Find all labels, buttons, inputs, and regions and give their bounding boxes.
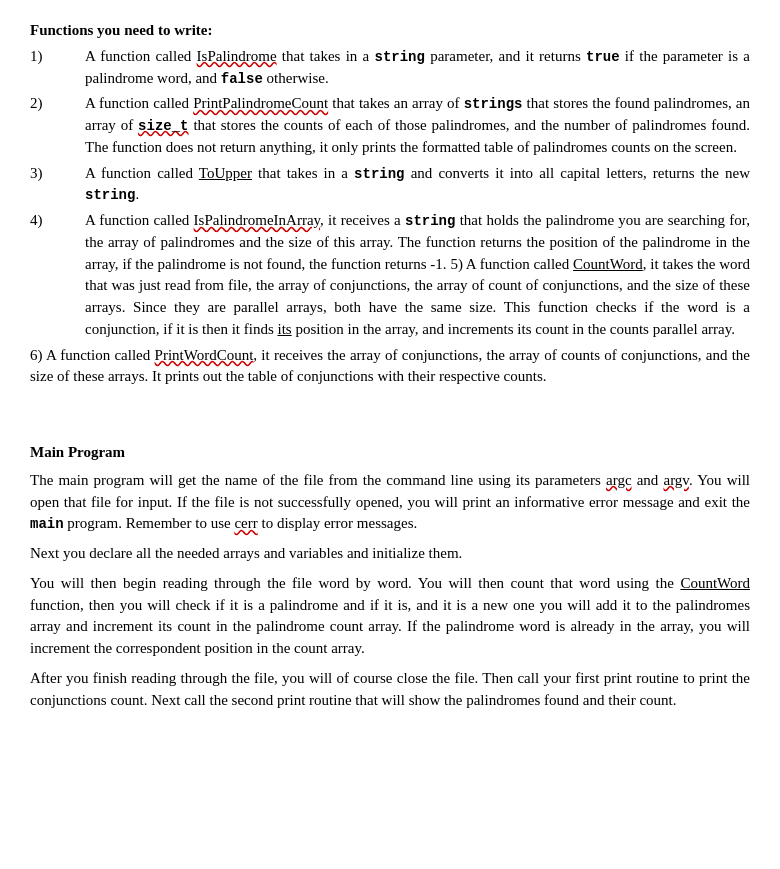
item-num-2: 2) bbox=[30, 93, 85, 158]
item-content-1: A function called IsPalindrome that take… bbox=[85, 46, 750, 90]
main-para-1: The main program will get the name of th… bbox=[30, 470, 750, 535]
main-keyword: main bbox=[30, 516, 64, 532]
item-content-4: A function called IsPalindromeInArray, i… bbox=[85, 210, 750, 341]
strings-type: strings bbox=[464, 96, 523, 112]
argc-param: argc bbox=[606, 472, 632, 488]
main-program-section: Main Program The main program will get t… bbox=[30, 442, 750, 711]
function-item-2: 2) A function called PrintPalindromeCoun… bbox=[30, 93, 750, 158]
cerr-keyword: cerr bbox=[234, 515, 257, 531]
function-item-4: 4) A function called IsPalindromeInArray… bbox=[30, 210, 750, 341]
functions-section: Functions you need to write: 1) A functi… bbox=[30, 20, 750, 388]
string-type-4: string bbox=[405, 213, 455, 229]
is-palindrome-in-array-func: IsPalindromeInArray bbox=[194, 212, 321, 228]
argv-param: argv bbox=[663, 472, 688, 488]
size-t-type: size_t bbox=[138, 118, 188, 134]
item-content-2: A function called PrintPalindromeCount t… bbox=[85, 93, 750, 158]
functions-title: Functions you need to write: bbox=[30, 20, 750, 42]
spacer-1 bbox=[30, 406, 750, 424]
item-num-3: 3) bbox=[30, 163, 85, 207]
function-item-1: 1) A function called IsPalindrome that t… bbox=[30, 46, 750, 90]
false-keyword: false bbox=[221, 71, 263, 87]
its-word: its bbox=[277, 321, 291, 337]
is-palindrome-func: IsPalindrome bbox=[197, 48, 277, 64]
count-word-func: CountWord bbox=[573, 256, 643, 272]
functions-title-text: Functions you need to write: bbox=[30, 22, 213, 38]
string-type-1: string bbox=[375, 49, 425, 65]
item-num-1: 1) bbox=[30, 46, 85, 90]
item-content-3: A function called ToUpper that takes in … bbox=[85, 163, 750, 207]
main-program-title: Main Program bbox=[30, 442, 750, 464]
main-para-4: After you finish reading through the fil… bbox=[30, 668, 750, 712]
count-word-ref: CountWord bbox=[680, 575, 750, 591]
main-para-2: Next you declare all the needed arrays a… bbox=[30, 543, 750, 565]
string-type-3: string bbox=[354, 166, 404, 182]
print-palindrome-count-func: PrintPalindromeCount bbox=[193, 95, 328, 111]
main-para-3: You will then begin reading through the … bbox=[30, 573, 750, 660]
item-num-4: 4) bbox=[30, 210, 85, 341]
main-content: Functions you need to write: 1) A functi… bbox=[30, 20, 750, 711]
to-upper-func: ToUpper bbox=[199, 165, 252, 181]
function-item-3: 3) A function called ToUpper that takes … bbox=[30, 163, 750, 207]
function-item-6: 6) A function called PrintWordCount, it … bbox=[30, 345, 750, 389]
true-keyword: true bbox=[586, 49, 620, 65]
spacer-2 bbox=[30, 424, 750, 442]
string-type-3b: string bbox=[85, 187, 135, 203]
print-word-count-func: PrintWordCount bbox=[155, 347, 254, 363]
